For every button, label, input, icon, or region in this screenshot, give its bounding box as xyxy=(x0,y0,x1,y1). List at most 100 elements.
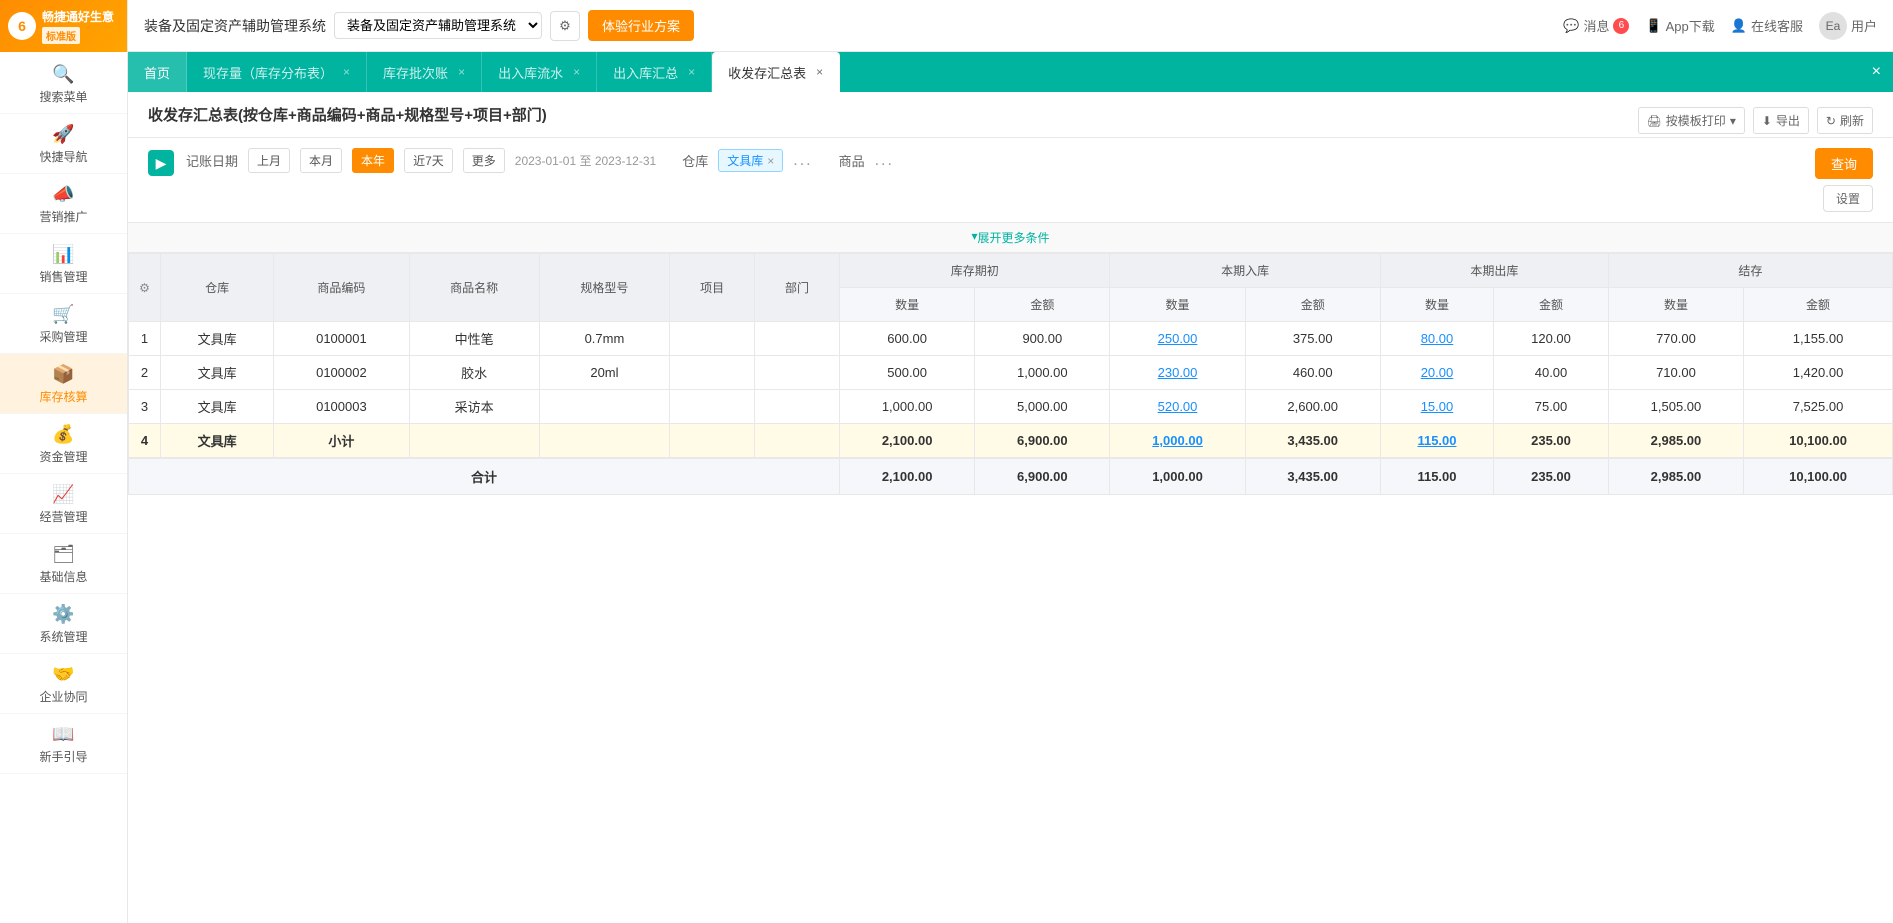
management-icon: 📈 xyxy=(52,484,74,505)
date-btn-this-year[interactable]: 本年 xyxy=(352,148,394,173)
tab-close-flow[interactable]: × xyxy=(573,65,580,79)
row2-out-qty[interactable]: 20.00 xyxy=(1380,356,1493,390)
tab-close-receive-send[interactable]: × xyxy=(816,65,823,79)
sidebar-item-system[interactable]: ⚙️ 系统管理 xyxy=(0,594,127,654)
tab-receive-send[interactable]: 收发存汇总表 × xyxy=(712,52,840,92)
sidebar: 6 畅捷通好生意 标准版 🔍 搜索菜单 🚀 快捷导航 📣 营销推广 📊 销售管理… xyxy=(0,0,128,923)
row2-project xyxy=(670,356,755,390)
row1-warehouse: 文具库 xyxy=(161,322,274,356)
row2-in-qty[interactable]: 230.00 xyxy=(1110,356,1245,390)
sidebar-item-search[interactable]: 🔍 搜索菜单 xyxy=(0,52,127,114)
tab-bar-close-button[interactable]: × xyxy=(1860,63,1893,81)
tab-batch[interactable]: 库存批次账 × xyxy=(367,52,482,92)
table-container: ⚙ 仓库 商品编码 商品名称 规格型号 项目 部门 库存期初 本期入库 本期出库… xyxy=(128,253,1893,923)
system-title: 装备及固定资产辅助管理系统 xyxy=(144,16,326,36)
col-settings-header[interactable]: ⚙ xyxy=(129,254,161,322)
subtotal-out-qty[interactable]: 115.00 xyxy=(1380,424,1493,459)
warehouse-label: 仓库 xyxy=(682,151,708,170)
export-button[interactable]: ⬇ 导出 xyxy=(1753,107,1809,134)
sidebar-item-sales-label: 销售管理 xyxy=(39,268,87,285)
logo-text: 畅捷通好生意 标准版 xyxy=(42,8,114,44)
subtotal-closing-qty: 2,985.00 xyxy=(1608,424,1743,459)
row1-opening-amount: 900.00 xyxy=(975,322,1110,356)
user-avatar: Ea xyxy=(1819,12,1847,40)
sidebar-item-quick-nav-label: 快捷导航 xyxy=(39,148,87,165)
date-btn-more[interactable]: 更多 xyxy=(463,148,505,173)
filter-settings-button[interactable]: 设置 xyxy=(1823,185,1873,212)
service-icon: 👤 xyxy=(1731,18,1747,34)
app-logo: 6 畅捷通好生意 标准版 xyxy=(0,0,127,52)
subtotal-empty3 xyxy=(670,424,755,459)
sidebar-item-finance-label: 资金管理 xyxy=(39,448,87,465)
row3-in-qty[interactable]: 520.00 xyxy=(1110,390,1245,424)
tab-receive-send-label: 收发存汇总表 xyxy=(728,63,806,82)
subtotal-in-amount: 3,435.00 xyxy=(1245,424,1380,459)
tab-inventory-dist-label: 现存量（库存分布表） xyxy=(203,63,333,82)
row3-goods-name: 采访本 xyxy=(409,390,539,424)
user-item[interactable]: Ea 用户 xyxy=(1819,12,1877,40)
online-service-item[interactable]: 👤 在线客服 xyxy=(1731,16,1803,35)
top-header: 装备及固定资产辅助管理系统 装备及固定资产辅助管理系统 ⚙ 体验行业方案 💬 消… xyxy=(128,0,1893,52)
row1-out-qty[interactable]: 80.00 xyxy=(1380,322,1493,356)
settings-icon-btn[interactable]: ⚙ xyxy=(550,11,580,41)
tab-close-inventory-dist[interactable]: × xyxy=(343,65,350,79)
row1-in-qty[interactable]: 250.00 xyxy=(1110,322,1245,356)
th-department: 部门 xyxy=(755,254,840,322)
total-closing-qty: 2,985.00 xyxy=(1608,458,1743,495)
warehouse-value: 文具库 xyxy=(727,152,763,169)
message-item[interactable]: 💬 消息 6 xyxy=(1563,16,1629,35)
th-in-amount: 金额 xyxy=(1245,288,1380,322)
filter-toggle-button[interactable]: ▶ xyxy=(148,150,174,176)
tab-batch-label: 库存批次账 xyxy=(383,63,448,82)
subtotal-in-qty[interactable]: 1,000.00 xyxy=(1110,424,1245,459)
goods-dots[interactable]: ... xyxy=(875,152,894,170)
row3-out-qty[interactable]: 15.00 xyxy=(1380,390,1493,424)
page-container: 收发存汇总表(按仓库+商品编码+商品+规格型号+项目+部门) 🖨 按模板打印 ▾… xyxy=(128,92,1893,923)
sidebar-item-sales[interactable]: 📊 销售管理 xyxy=(0,234,127,294)
sidebar-item-inventory[interactable]: 📦 库存核算 xyxy=(0,354,127,414)
print-button[interactable]: 🖨 按模板打印 ▾ xyxy=(1638,107,1745,134)
tab-flow[interactable]: 出入库流水 × xyxy=(482,52,597,92)
query-button[interactable]: 查询 xyxy=(1815,148,1873,179)
app-download-item[interactable]: 📱 App下载 xyxy=(1645,16,1714,35)
subtotal-out-amount: 235.00 xyxy=(1494,424,1609,459)
warehouse-tag: 文具库 × xyxy=(718,149,783,172)
sidebar-item-finance[interactable]: 💰 资金管理 xyxy=(0,414,127,474)
sidebar-item-basic-info[interactable]: 🗂 基础信息 xyxy=(0,534,127,594)
row1-closing-qty: 770.00 xyxy=(1608,322,1743,356)
tab-flow-label: 出入库流水 xyxy=(498,63,563,82)
subtotal-warehouse: 文具库 xyxy=(161,424,274,459)
sidebar-item-basic-info-label: 基础信息 xyxy=(39,568,87,585)
row2-department xyxy=(755,356,840,390)
chart-icon: 📊 xyxy=(52,244,74,265)
th-project: 项目 xyxy=(670,254,755,322)
date-btn-last-month[interactable]: 上月 xyxy=(248,148,290,173)
sidebar-item-quick-nav[interactable]: 🚀 快捷导航 xyxy=(0,114,127,174)
sidebar-item-management[interactable]: 📈 经营管理 xyxy=(0,474,127,534)
sidebar-item-marketing[interactable]: 📣 营销推广 xyxy=(0,174,127,234)
tab-home[interactable]: 首页 xyxy=(128,52,187,92)
app-download-label: App下载 xyxy=(1666,16,1715,35)
th-closing-group: 结存 xyxy=(1608,254,1892,288)
refresh-button[interactable]: ↻ 刷新 xyxy=(1817,107,1873,134)
sidebar-item-purchase[interactable]: 🛒 采购管理 xyxy=(0,294,127,354)
sidebar-item-guide-label: 新手引导 xyxy=(39,748,87,765)
expand-label: 展开更多条件 xyxy=(978,229,1050,246)
date-btn-7days[interactable]: 近7天 xyxy=(404,148,453,173)
date-btn-this-month[interactable]: 本月 xyxy=(300,148,342,173)
tab-inventory-dist[interactable]: 现存量（库存分布表） × xyxy=(187,52,367,92)
system-select[interactable]: 装备及固定资产辅助管理系统 xyxy=(334,12,542,39)
warehouse-dots[interactable]: ... xyxy=(793,152,812,170)
row2-opening-qty: 500.00 xyxy=(840,356,975,390)
sidebar-item-guide[interactable]: 📖 新手引导 xyxy=(0,714,127,774)
expand-conditions-btn[interactable]: ▾ 展开更多条件 xyxy=(128,223,1893,253)
sidebar-item-cooperation[interactable]: 🤝 企业协同 xyxy=(0,654,127,714)
megaphone-icon: 📣 xyxy=(52,184,74,205)
row2-goods-spec: 20ml xyxy=(539,356,669,390)
th-goods-code: 商品编码 xyxy=(274,254,409,322)
tab-close-batch[interactable]: × xyxy=(458,65,465,79)
tab-summary[interactable]: 出入库汇总 × xyxy=(597,52,712,92)
tab-close-summary[interactable]: × xyxy=(688,65,695,79)
try-industry-button[interactable]: 体验行业方案 xyxy=(588,10,694,41)
warehouse-tag-close[interactable]: × xyxy=(767,154,774,168)
